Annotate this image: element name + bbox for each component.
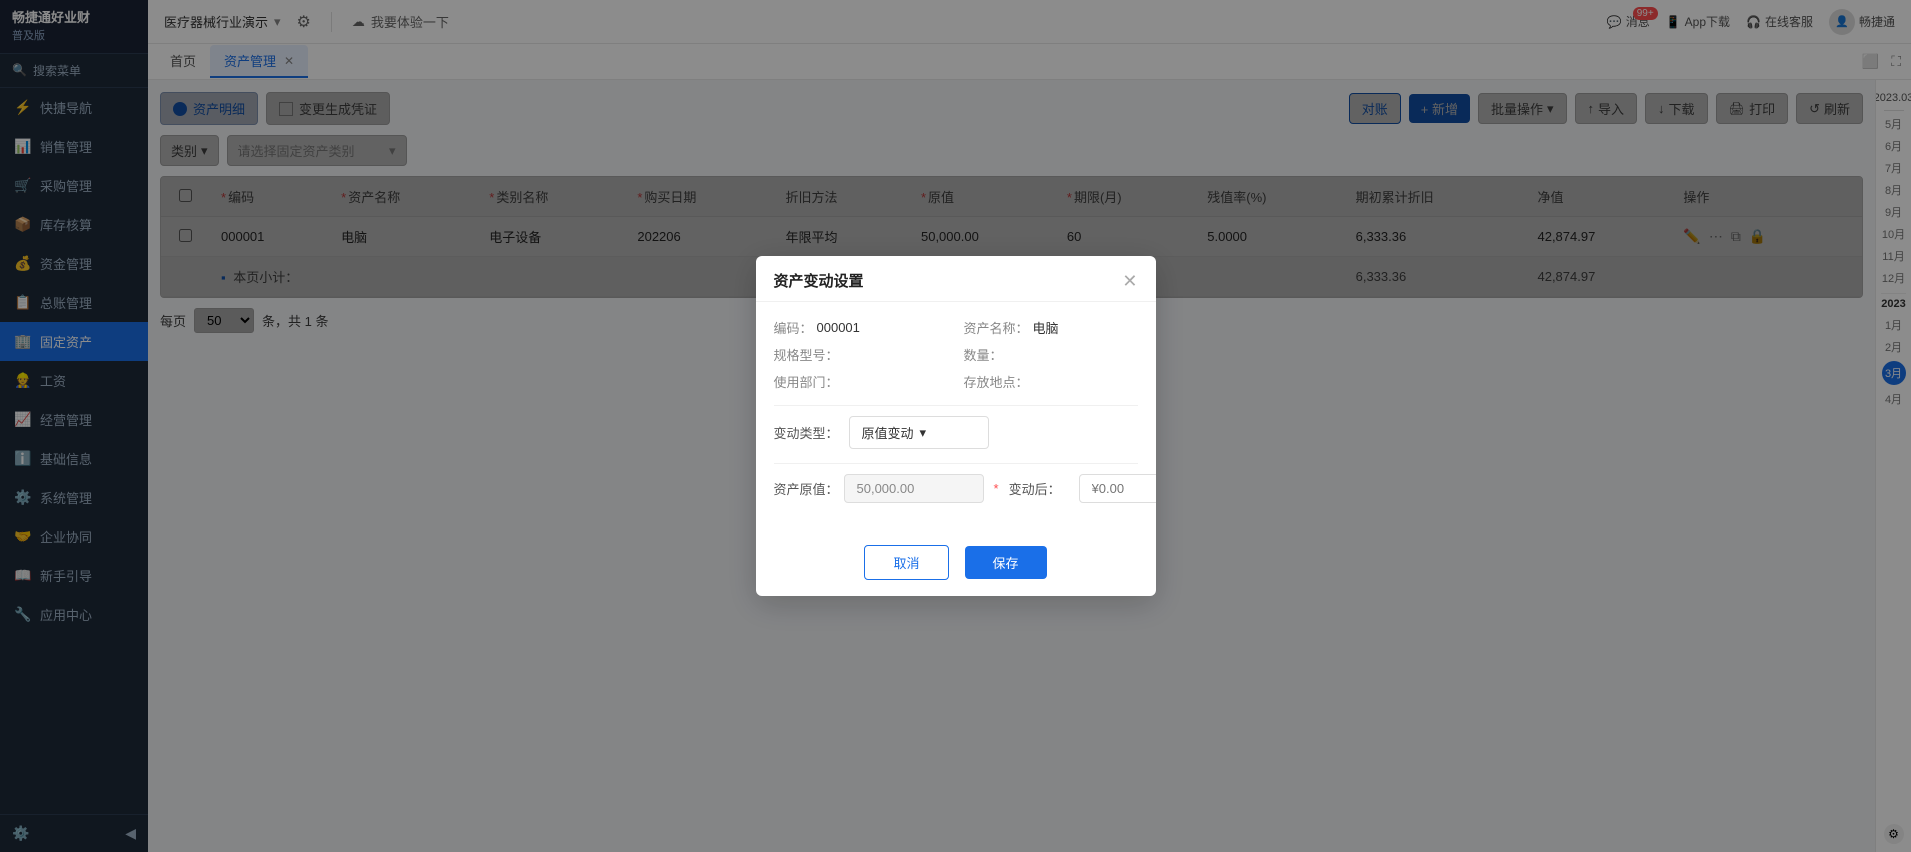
modal-change-type-row: 变动类型： 原值变动 ▾ — [774, 416, 1138, 449]
modal-overlay: 资产变动设置 ✕ 编码： 000001 资产名称： 电脑 规格型号： 数量： — [0, 0, 1911, 852]
asset-change-modal: 资产变动设置 ✕ 编码： 000001 资产名称： 电脑 规格型号： 数量： — [756, 256, 1156, 596]
save-button[interactable]: 保存 — [965, 546, 1047, 579]
cancel-button[interactable]: 取消 — [864, 545, 948, 580]
required-star: * — [994, 481, 999, 496]
original-value-input — [844, 474, 984, 503]
modal-code-field: 编码： 000001 — [774, 318, 948, 337]
modal-spec-field: 规格型号： — [774, 345, 948, 364]
modal-body: 编码： 000001 资产名称： 电脑 规格型号： 数量： 使用部门： — [756, 302, 1156, 533]
after-change-input[interactable] — [1079, 474, 1156, 503]
modal-quantity-field: 数量： — [964, 345, 1138, 364]
modal-value-row: 资产原值： * 变动后： — [774, 474, 1138, 503]
modal-divider-2 — [774, 463, 1138, 464]
chevron-down-icon: ▾ — [920, 425, 927, 441]
modal-header: 资产变动设置 ✕ — [756, 256, 1156, 302]
modal-dept-field: 使用部门： — [774, 372, 948, 391]
modal-storage-field: 存放地点： — [964, 372, 1138, 391]
modal-title: 资产变动设置 — [774, 270, 864, 291]
modal-footer: 取消 保存 — [756, 533, 1156, 596]
modal-divider — [774, 405, 1138, 406]
modal-asset-name-field: 资产名称： 电脑 — [964, 318, 1138, 337]
change-type-select[interactable]: 原值变动 ▾ — [849, 416, 989, 449]
modal-info-grid: 编码： 000001 资产名称： 电脑 规格型号： 数量： 使用部门： — [774, 318, 1138, 391]
modal-close-button[interactable]: ✕ — [1122, 272, 1137, 290]
